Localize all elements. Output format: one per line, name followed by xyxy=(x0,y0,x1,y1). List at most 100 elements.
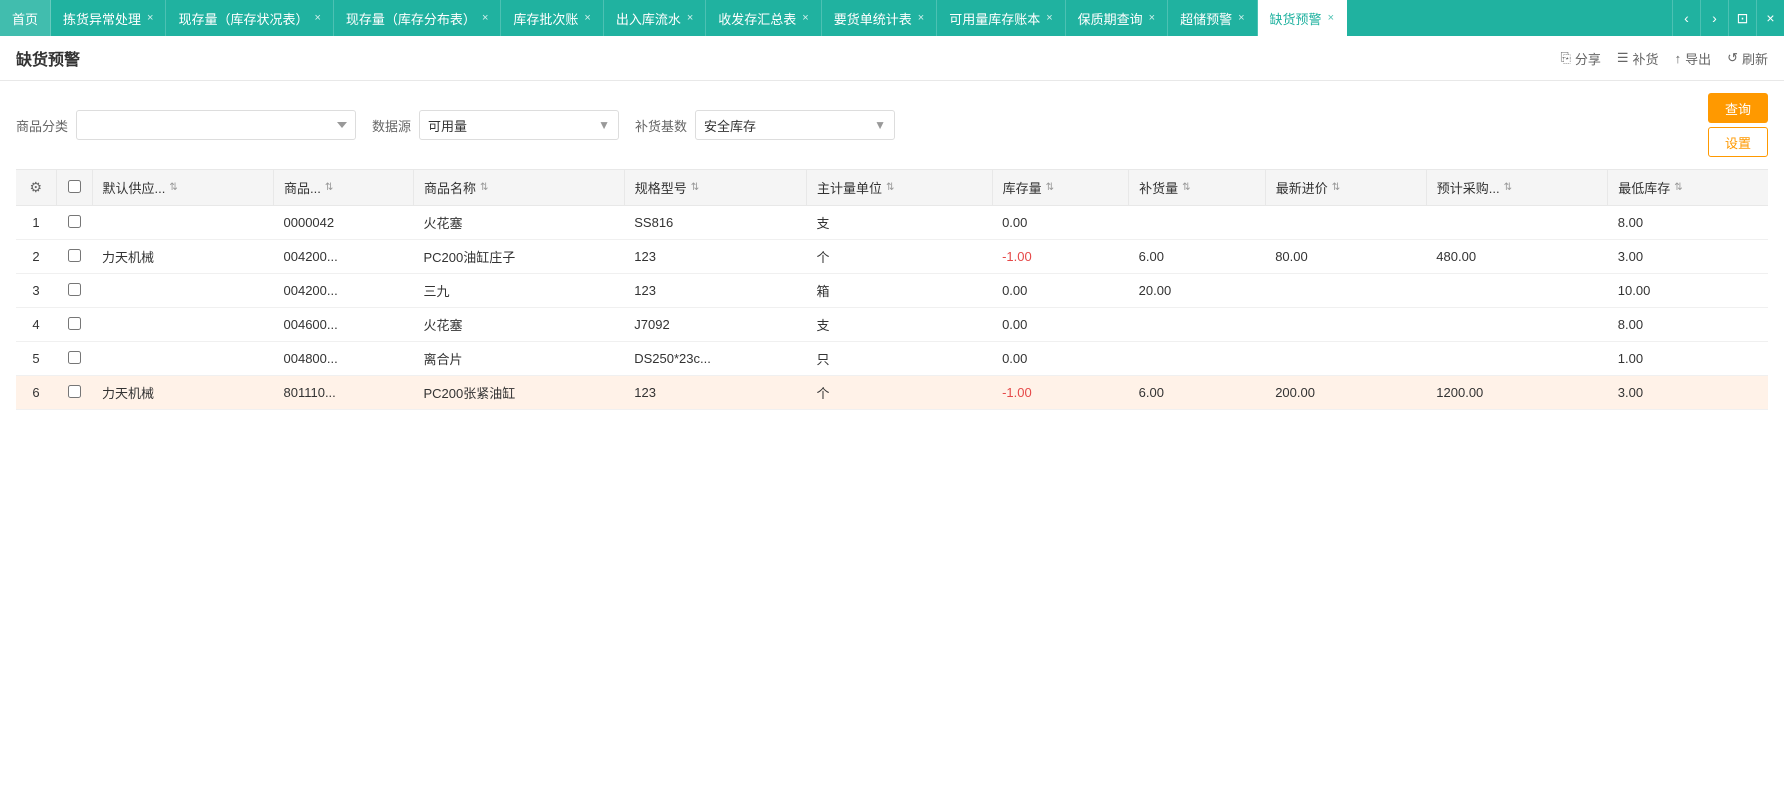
tab-close-button[interactable]: × xyxy=(1756,0,1784,36)
th-default-supplier-sort[interactable]: 默认供应... ⇅ xyxy=(103,178,264,197)
row-est-purchase xyxy=(1426,308,1608,342)
table-row: 5004800...离合片DS250*23c...只0.001.00 xyxy=(16,342,1768,376)
row-checkbox[interactable] xyxy=(68,249,81,262)
supplement-base-select[interactable]: 安全库存 ▼ xyxy=(695,110,895,140)
tab-item-8[interactable]: 可用量库存账本× xyxy=(937,0,1065,36)
export-button[interactable]: ↑ 导出 xyxy=(1675,49,1712,68)
tab-item-9[interactable]: 保质期查询× xyxy=(1066,0,1168,36)
row-stock: 0.00 xyxy=(992,342,1129,376)
row-unit: 支 xyxy=(806,308,992,342)
row-product-code: 801110... xyxy=(274,376,414,410)
row-default-supplier xyxy=(92,274,274,308)
row-est-purchase: 480.00 xyxy=(1426,240,1608,274)
tab-item-3[interactable]: 现存量（库存分布表）× xyxy=(334,0,501,36)
row-unit: 支 xyxy=(806,206,992,240)
row-checkbox-cell xyxy=(56,274,92,308)
tab-close-btn-9[interactable]: × xyxy=(1149,12,1155,24)
tab-item-4[interactable]: 库存批次账× xyxy=(501,0,603,36)
th-min-stock-sort[interactable]: 最低库存 ⇅ xyxy=(1618,178,1758,197)
row-checkbox[interactable] xyxy=(68,351,81,364)
row-supplement-qty xyxy=(1129,206,1266,240)
category-select[interactable] xyxy=(76,110,356,140)
th-min-stock: 最低库存 ⇅ xyxy=(1608,170,1768,206)
row-spec: 123 xyxy=(624,376,806,410)
tab-nav-buttons: ‹ › ⊡ × xyxy=(1672,0,1784,36)
tab-close-btn-8[interactable]: × xyxy=(1046,12,1052,24)
row-supplement-qty: 6.00 xyxy=(1129,376,1266,410)
row-checkbox[interactable] xyxy=(68,215,81,228)
th-supplement-qty-sort[interactable]: 补货量 ⇅ xyxy=(1139,178,1255,197)
supplement-base-filter-group: 补货基数 安全库存 ▼ xyxy=(635,110,895,140)
tab-close-btn-5[interactable]: × xyxy=(687,12,693,24)
tab-close-btn-11[interactable]: × xyxy=(1328,12,1334,24)
page-content: 缺货预警 ⎘ 分享 ☰ 补货 ↑ 导出 ↺ 刷新 商品分类 xyxy=(0,36,1784,796)
row-spec: 123 xyxy=(624,274,806,308)
tab-close-btn-4[interactable]: × xyxy=(584,12,590,24)
tab-restore-button[interactable]: ⊡ xyxy=(1728,0,1756,36)
page-title: 缺货预警 xyxy=(16,46,1560,70)
tab-close-btn-3[interactable]: × xyxy=(482,12,488,24)
tab-item-7[interactable]: 要货单统计表× xyxy=(822,0,937,36)
row-latest-price xyxy=(1265,308,1426,342)
tab-item-2[interactable]: 现存量（库存状况表）× xyxy=(166,0,333,36)
category-label: 商品分类 xyxy=(16,116,68,135)
supplement-base-arrow-icon: ▼ xyxy=(874,118,886,132)
refresh-icon: ↺ xyxy=(1727,50,1738,66)
tab-item-5[interactable]: 出入库流水× xyxy=(604,0,706,36)
th-supplement-qty: 补货量 ⇅ xyxy=(1129,170,1266,206)
sort-icon-5: ⇅ xyxy=(886,182,894,193)
tab-item-0[interactable]: 首页 xyxy=(0,0,51,36)
row-index: 3 xyxy=(16,274,56,308)
datasource-arrow-icon: ▼ xyxy=(598,118,610,132)
row-supplement-qty: 20.00 xyxy=(1129,274,1266,308)
row-default-supplier xyxy=(92,206,274,240)
tab-item-11[interactable]: 缺货预警× xyxy=(1258,0,1347,36)
share-button[interactable]: ⎘ 分享 xyxy=(1560,49,1600,68)
supplement-icon: ☰ xyxy=(1617,50,1629,66)
row-product-code: 004800... xyxy=(274,342,414,376)
row-checkbox[interactable] xyxy=(68,317,81,330)
row-checkbox[interactable] xyxy=(68,283,81,296)
sort-icon-10: ⇅ xyxy=(1674,182,1682,193)
row-unit: 个 xyxy=(806,240,992,274)
column-settings-icon[interactable]: ⚙ xyxy=(27,179,45,197)
row-min-stock: 3.00 xyxy=(1608,240,1768,274)
tab-close-btn-2[interactable]: × xyxy=(314,12,320,24)
row-spec: J7092 xyxy=(624,308,806,342)
settings-button[interactable]: 设置 xyxy=(1708,127,1768,157)
th-est-purchase: 预计采购... ⇅ xyxy=(1426,170,1608,206)
th-spec-sort[interactable]: 规格型号 ⇅ xyxy=(635,178,796,197)
row-index: 2 xyxy=(16,240,56,274)
row-checkbox[interactable] xyxy=(68,385,81,398)
tab-close-btn-6[interactable]: × xyxy=(802,12,808,24)
tab-next-button[interactable]: › xyxy=(1700,0,1728,36)
tab-item-6[interactable]: 收发存汇总表× xyxy=(706,0,821,36)
th-product-name-sort[interactable]: 商品名称 ⇅ xyxy=(424,178,614,197)
th-est-purchase-sort[interactable]: 预计采购... ⇅ xyxy=(1437,178,1598,197)
sort-icon-7: ⇅ xyxy=(1182,182,1190,193)
tab-close-btn-1[interactable]: × xyxy=(147,12,153,24)
tab-close-btn-10[interactable]: × xyxy=(1238,12,1244,24)
row-index: 6 xyxy=(16,376,56,410)
th-stock-sort[interactable]: 库存量 ⇅ xyxy=(1003,178,1119,197)
row-unit: 箱 xyxy=(806,274,992,308)
select-all-checkbox[interactable] xyxy=(68,180,81,193)
tab-item-10[interactable]: 超储预警× xyxy=(1168,0,1257,36)
supplement-button[interactable]: ☰ 补货 xyxy=(1617,49,1659,68)
th-latest-price-sort[interactable]: 最新进价 ⇅ xyxy=(1276,178,1416,197)
row-latest-price xyxy=(1265,342,1426,376)
tab-close-btn-7[interactable]: × xyxy=(918,12,924,24)
share-icon: ⎘ xyxy=(1560,50,1570,66)
th-unit-sort[interactable]: 主计量单位 ⇅ xyxy=(817,178,982,197)
row-supplement-qty: 6.00 xyxy=(1129,240,1266,274)
tab-item-1[interactable]: 拣货异常处理× xyxy=(51,0,166,36)
th-product-code-sort[interactable]: 商品... ⇅ xyxy=(284,178,403,197)
row-min-stock: 3.00 xyxy=(1608,376,1768,410)
refresh-button[interactable]: ↺ 刷新 xyxy=(1727,49,1768,68)
row-est-purchase xyxy=(1426,274,1608,308)
datasource-select[interactable]: 可用量 ▼ xyxy=(419,110,619,140)
query-button[interactable]: 查询 xyxy=(1708,93,1768,123)
tab-prev-button[interactable]: ‹ xyxy=(1672,0,1700,36)
row-latest-price: 200.00 xyxy=(1265,376,1426,410)
row-min-stock: 8.00 xyxy=(1608,308,1768,342)
